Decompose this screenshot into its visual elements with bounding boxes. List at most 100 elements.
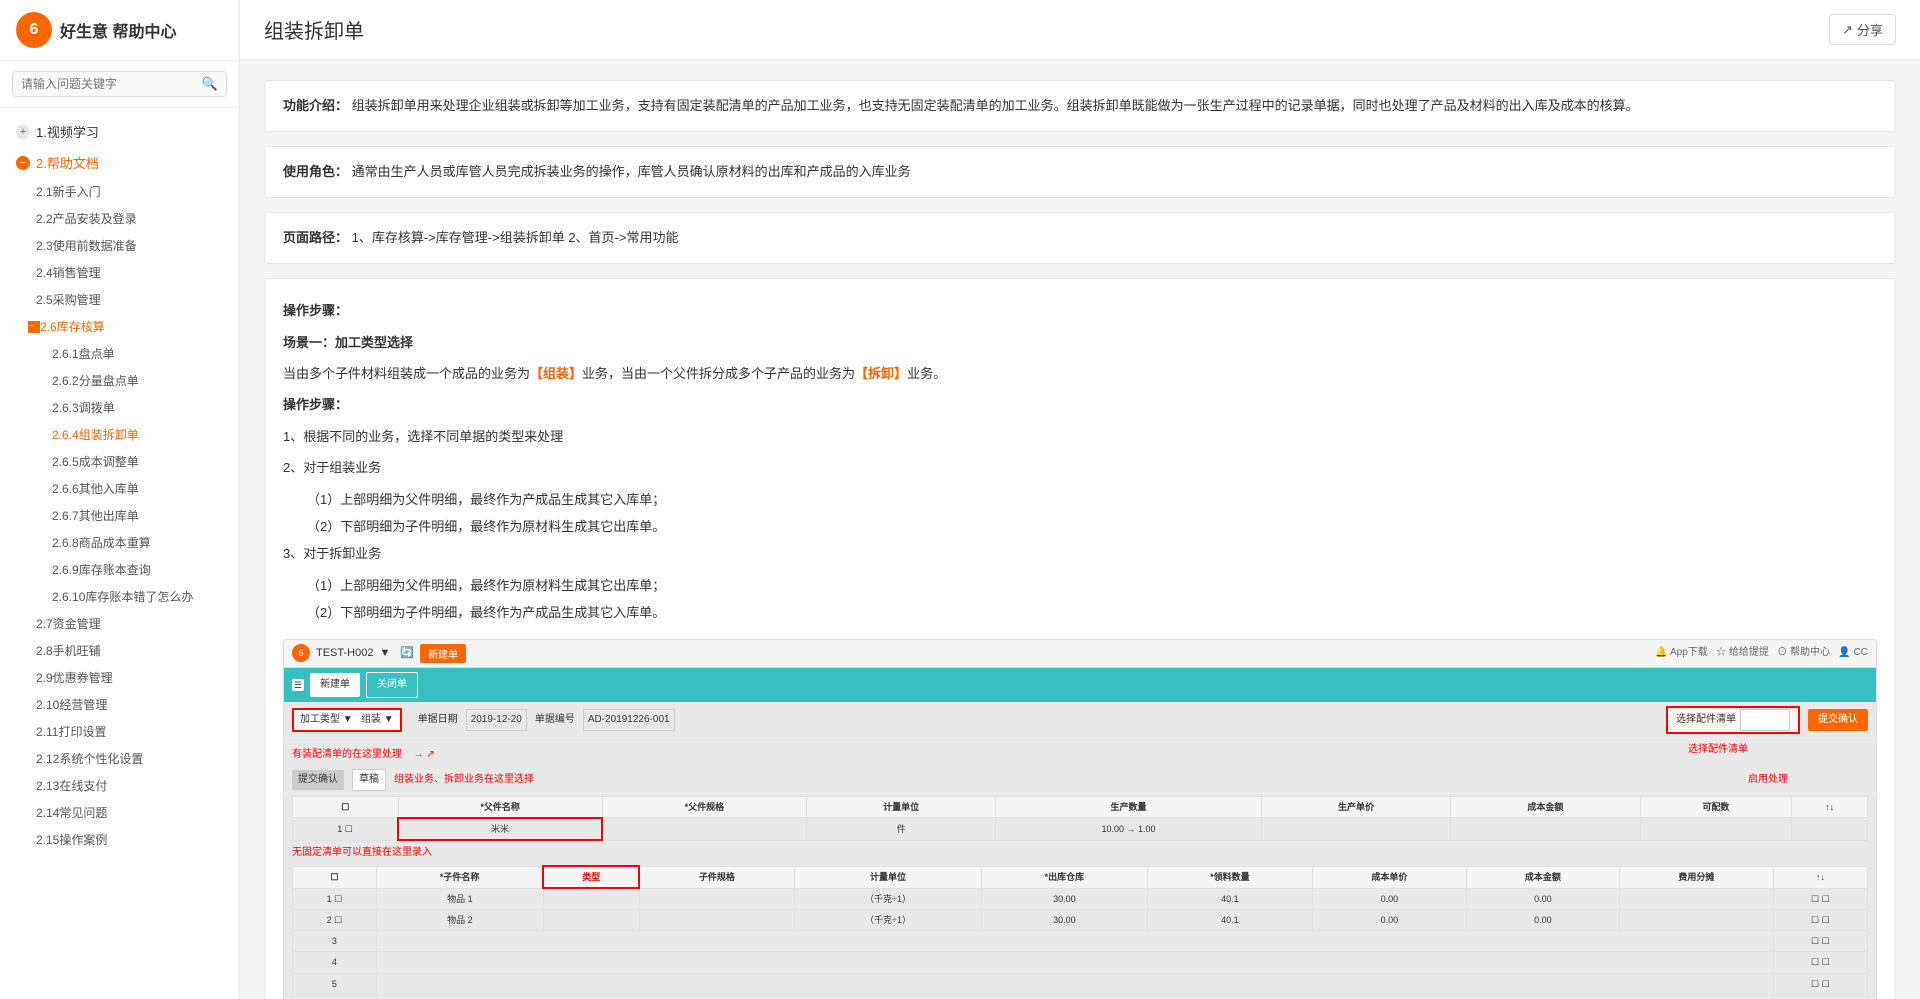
- collapse-icon: −: [16, 156, 30, 170]
- sidebar-item-2-5[interactable]: 2.5采购管理: [0, 286, 239, 313]
- bcol-spec: 子件规格: [639, 866, 794, 888]
- main-content: 组装拆卸单 ↗ 分享 功能介绍： 组装拆卸单用来处理企业组装或拆卸等加工业务，支…: [240, 0, 1920, 999]
- sidebar: 6 好生意 帮助中心 🔍 + 1.视频学习 − 2.帮助文档 2.1新手入门 2…: [0, 0, 240, 999]
- cell-check: 1 ☐: [293, 818, 399, 840]
- nav-section-docs: − 2.帮助文档 2.1新手入门 2.2产品安装及登录 2.3使用前数据准备 2…: [0, 147, 239, 853]
- screenshot-tab-new[interactable]: 新建单: [310, 673, 360, 697]
- sidebar-label-2-6: 2.6库存核算: [40, 318, 105, 335]
- screenshot-menu-icon: ☰: [292, 679, 304, 691]
- screenshot-tab-active[interactable]: 关闭单: [366, 672, 418, 698]
- main-header: 组装拆卸单 ↗ 分享: [240, 0, 1920, 60]
- col-price: 生产单价: [1261, 796, 1450, 818]
- bcol-unit2: 计量单位: [794, 866, 981, 888]
- screenshot-codelabel: 单据编号: [535, 711, 575, 729]
- bcell-empty5: [376, 973, 1773, 994]
- subitems-2-6: 2.6.1盘点单 2.6.2分量盘点单 2.6.3调拨单 2.6.4组装拆卸单 …: [0, 340, 239, 610]
- cell-avail: [1640, 818, 1792, 840]
- screenshot-datelabel: 单据日期: [418, 711, 458, 729]
- search-icon[interactable]: 🔍: [202, 76, 218, 92]
- bcell-type2: [543, 910, 639, 931]
- table-row: 1 ☐ 物品 1 （千克÷1） 30.00 40.1 0.00 0.00: [293, 888, 1868, 909]
- sidebar-item-2-15[interactable]: 2.15操作案例: [0, 826, 239, 853]
- screenshot-bom-select[interactable]: 选择配件清单: [1666, 706, 1800, 734]
- screenshot-submit-tab: 提交确认: [292, 770, 344, 790]
- bcell-empty6: [376, 994, 1773, 999]
- step2-sub1: （1）上部明细为父件明细，最终作为产成品生成其它入库单；: [307, 488, 1877, 511]
- bcell-spec1: [639, 888, 794, 909]
- bcell-empty3: [376, 931, 1773, 952]
- sidebar-item-2-6-8[interactable]: 2.6.8商品成本重算: [52, 529, 239, 556]
- screenshot-toolbar: ☰ 新建单 关闭单: [284, 668, 1876, 702]
- sidebar-item-2-1[interactable]: 2.1新手入门: [0, 178, 239, 205]
- screenshot-newbtn[interactable]: 新建单: [420, 644, 466, 663]
- role-box: 使用角色： 通常由生产人员或库管人员完成拆装业务的操作，库管人员确认原材料的出库…: [264, 146, 1896, 198]
- bcol-matqty: *领料数量: [1147, 866, 1312, 888]
- logo-bar: 6 好生意 帮助中心: [0, 0, 239, 61]
- cell-parent-name[interactable]: 米米: [398, 818, 602, 840]
- annotation-bom-select: 选择配件清单: [1688, 741, 1748, 759]
- cell-unit: 件: [806, 818, 995, 840]
- sidebar-item-2-9[interactable]: 2.9优惠券管理: [0, 664, 239, 691]
- bcell-num3: 3: [293, 931, 377, 952]
- sidebar-item-2-6[interactable]: − 2.6库存核算: [0, 313, 239, 340]
- sidebar-item-2-11[interactable]: 2.11打印设置: [0, 718, 239, 745]
- sidebar-item-2-14[interactable]: 2.14常见问题: [0, 799, 239, 826]
- bcell-op2: ☐ ☐: [1773, 910, 1867, 931]
- screenshot-bottom-table: ☐ *子件名称 类型 子件规格 计量单位 *出库仓库 *领料数量 成本单价 成本…: [292, 865, 1868, 999]
- sidebar-item-2-6-3[interactable]: 2.6.3调拨单: [52, 394, 239, 421]
- annotation-process: 组装业务、拆卸业务在这里选择: [394, 771, 534, 789]
- sidebar-item-2-6-1[interactable]: 2.6.1盘点单: [52, 340, 239, 367]
- sidebar-item-2-6-5[interactable]: 2.6.5成本调整单: [52, 448, 239, 475]
- page-title: 组装拆卸单: [264, 15, 364, 44]
- col-unit: 计量单位: [806, 796, 995, 818]
- bcell-op4: ☐ ☐: [1773, 952, 1867, 973]
- sidebar-item-2-10[interactable]: 2.10经营管理: [0, 691, 239, 718]
- steps-title2: 操作步骤：: [283, 393, 1877, 416]
- role-text: 通常由生产人员或库管人员完成拆装业务的操作，库管人员确认原材料的出库和产成品的入…: [352, 164, 911, 179]
- sidebar-item-2-12[interactable]: 2.12系统个性化设置: [0, 745, 239, 772]
- bcell-num4: 4: [293, 952, 377, 973]
- sidebar-item-video[interactable]: + 1.视频学习: [0, 116, 239, 147]
- bcol-type: 类型: [543, 866, 639, 888]
- search-input[interactable]: [21, 77, 202, 91]
- sidebar-item-2-4[interactable]: 2.4销售管理: [0, 259, 239, 286]
- bcell-cost2: 0.00: [1466, 910, 1620, 931]
- step3-sub1: （1）上部明细为父件明细，最终作为原材料生成其它出库单；: [307, 574, 1877, 597]
- sidebar-item-2-7[interactable]: 2.7资金管理: [0, 610, 239, 637]
- sidebar-item-2-6-10[interactable]: 2.6.10库存账本错了怎么办: [52, 583, 239, 610]
- screenshot-type-select[interactable]: 加工类型 ▼ 组装 ▼: [292, 708, 402, 732]
- screenshot-top-table: ☐ *父件名称 *父件规格 计量单位 生产数量 生产单价 成本金额 可配数 ↑↓: [292, 796, 1868, 841]
- sidebar-item-2-6-9[interactable]: 2.6.9库存账本查询: [52, 556, 239, 583]
- bcell-unit2: （千克÷1）: [794, 910, 981, 931]
- sidebar-item-2-6-6[interactable]: 2.6.6其他入库单: [52, 475, 239, 502]
- sidebar-item-2-2[interactable]: 2.2产品安装及登录: [0, 205, 239, 232]
- bcol-fee: 费用分摊: [1620, 866, 1774, 888]
- col-avail: 可配数: [1640, 796, 1792, 818]
- sidebar-item-2-6-2[interactable]: 2.6.2分量盘点单: [52, 367, 239, 394]
- sidebar-item-2-13[interactable]: 2.13在线支付: [0, 772, 239, 799]
- sidebar-item-2-6-7[interactable]: 2.6.7其他出库单: [52, 502, 239, 529]
- sidebar-item-2-3[interactable]: 2.3使用前数据准备: [0, 232, 239, 259]
- step2-sub2: （2）下部明细为子件明细，最终作为原材料生成其它出库单。: [307, 515, 1877, 538]
- table-row: 1 ☐ 米米 件 10.00 → 1.00: [293, 818, 1868, 840]
- screenshot-appbar: 6 TEST-H002 ▼ 🔄 新建单 🔔 App下载 ☆ 给给提提 ⊙ 帮助中…: [284, 640, 1876, 669]
- nav-tree: + 1.视频学习 − 2.帮助文档 2.1新手入门 2.2产品安装及登录 2.3…: [0, 108, 239, 999]
- screenshot-annotations-row: 有装配清单的在这里处理 → ↗ 选择配件清单: [284, 739, 1876, 766]
- annotation-arrow1: → ↗: [414, 749, 435, 760]
- step3: 3、对于拆卸业务: [283, 542, 1877, 565]
- role-label: 使用角色：: [283, 164, 348, 179]
- sidebar-item-2-8[interactable]: 2.8手机旺铺: [0, 637, 239, 664]
- screenshot-confirm-btn[interactable]: 提交确认: [1808, 709, 1868, 731]
- screenshot-bottom-table-body: 1 ☐ 物品 1 （千克÷1） 30.00 40.1 0.00 0.00: [293, 888, 1868, 999]
- collapse-icon-2-6: −: [28, 321, 40, 333]
- share-button[interactable]: ↗ 分享: [1829, 14, 1896, 45]
- cell-ops2: [1792, 818, 1868, 840]
- search-wrapper: 🔍: [12, 71, 227, 97]
- sidebar-item-docs[interactable]: − 2.帮助文档: [0, 147, 239, 178]
- table-row: 3 ☐ ☐: [293, 931, 1868, 952]
- search-bar: 🔍: [0, 61, 239, 108]
- sidebar-item-2-6-4[interactable]: 2.6.4组装拆卸单: [52, 421, 239, 448]
- screenshot-bom-input[interactable]: [1740, 709, 1790, 731]
- screenshot-appid: TEST-H002: [316, 644, 373, 664]
- screenshot-top-table-head: ☐ *父件名称 *父件规格 计量单位 生产数量 生产单价 成本金额 可配数 ↑↓: [293, 796, 1868, 818]
